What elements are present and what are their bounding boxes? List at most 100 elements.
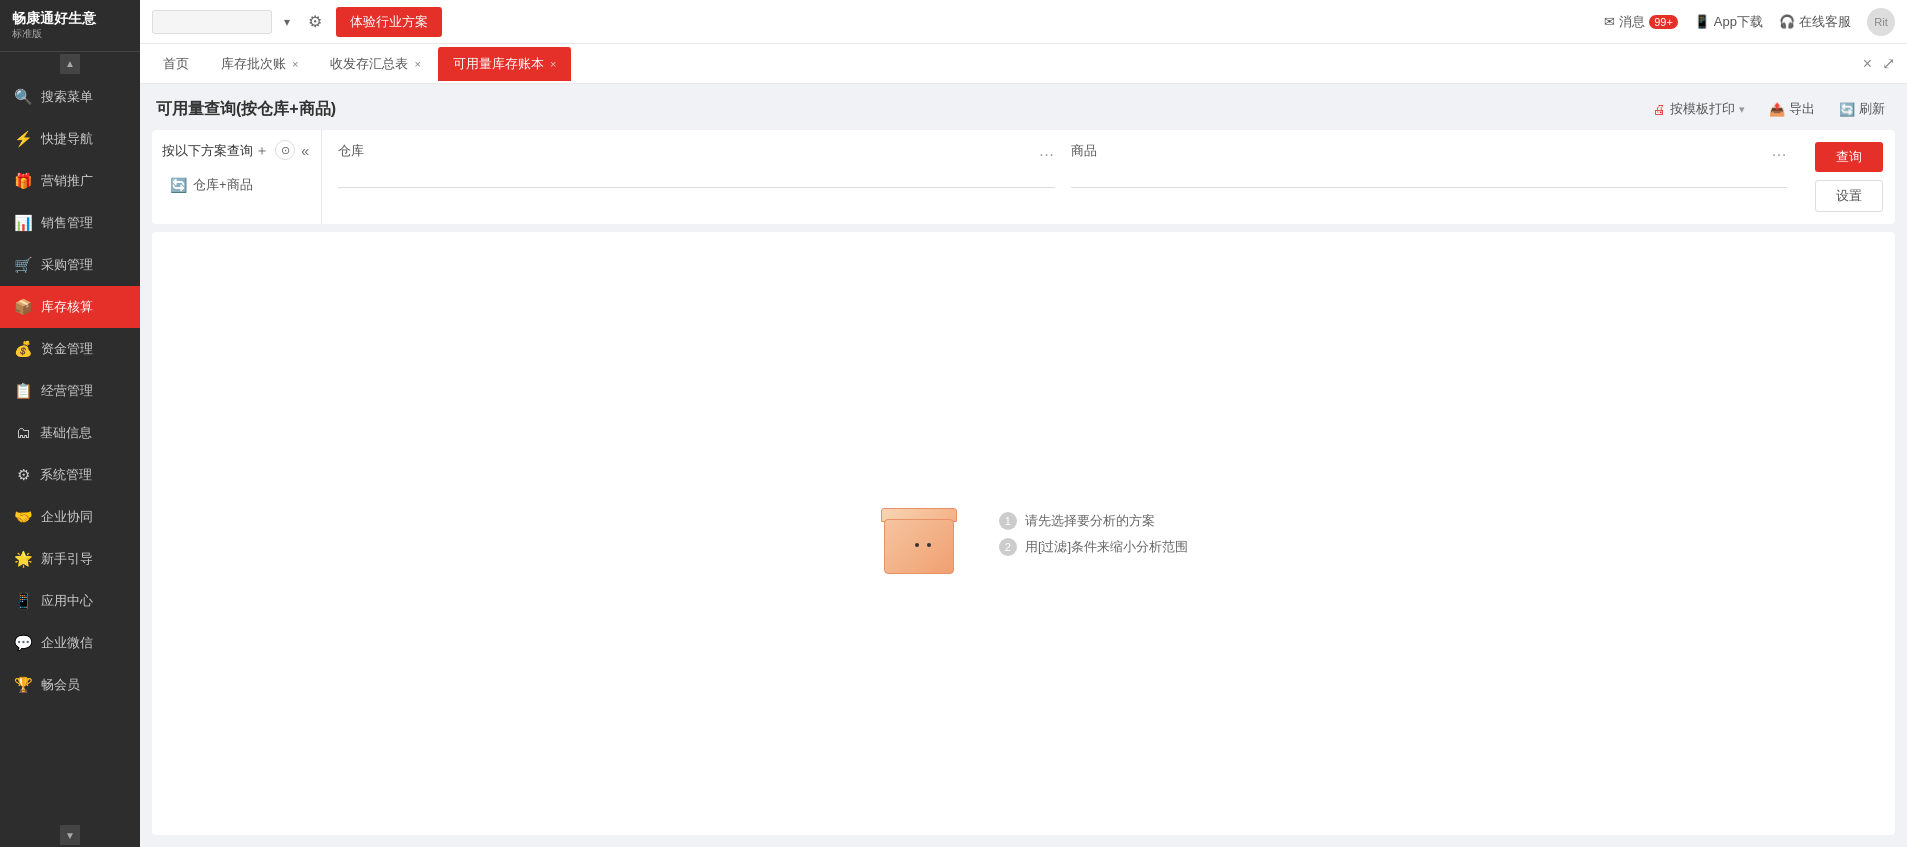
trial-btn[interactable]: 体验行业方案 bbox=[336, 7, 442, 37]
settings-btn[interactable]: 设置 bbox=[1815, 180, 1883, 212]
tab-available[interactable]: 可用量库存账本× bbox=[438, 47, 571, 81]
sidebar-item-basic[interactable]: 🗂基础信息 bbox=[0, 412, 140, 454]
product-filter: 商品 … bbox=[1071, 142, 1788, 188]
sidebar-item-operation[interactable]: 📋 经营管理 bbox=[0, 370, 140, 412]
sidebar-label-wechat: 企业微信 bbox=[41, 634, 93, 652]
messages-btn[interactable]: ✉ 消息 99+ bbox=[1604, 13, 1678, 31]
sidebar-item-search[interactable]: 🔍搜索菜单 bbox=[0, 76, 140, 118]
warehouse-filter-label: 仓库 … bbox=[338, 142, 1055, 160]
tip-text-2: 用[过滤]条件来缩小分析范围 bbox=[1025, 538, 1188, 556]
sidebar-label-sales: 销售管理 bbox=[41, 214, 93, 232]
box-body bbox=[884, 519, 954, 574]
box-eye-left bbox=[915, 543, 919, 547]
sidebar-item-finance[interactable]: 💰资金管理 bbox=[0, 328, 140, 370]
sidebar-icon-enterprise: 🤝 bbox=[14, 508, 33, 526]
query-btn[interactable]: 查询 bbox=[1815, 142, 1883, 172]
scheme-panel-header: 按以下方案查询 ＋ ⊙ « bbox=[162, 140, 311, 162]
tabbar-close-btn[interactable]: × bbox=[1859, 51, 1876, 77]
refresh-label: 刷新 bbox=[1859, 100, 1885, 118]
messages-badge: 99+ bbox=[1649, 15, 1678, 29]
product-more-btn[interactable]: … bbox=[1771, 142, 1787, 160]
topbar-search[interactable] bbox=[152, 10, 272, 34]
sidebar-label-operation: 经营管理 bbox=[41, 382, 93, 400]
tab-home[interactable]: 首页 bbox=[148, 47, 204, 81]
tab-close-summary[interactable]: × bbox=[414, 58, 420, 70]
logo-title: 畅康通好生意 bbox=[12, 10, 128, 27]
product-label-text: 商品 bbox=[1071, 142, 1097, 160]
empty-tip-2: 2 用[过滤]条件来缩小分析范围 bbox=[999, 538, 1188, 556]
sidebar-item-purchase[interactable]: 🛒采购管理 bbox=[0, 244, 140, 286]
scheme-collapse-btn[interactable]: « bbox=[299, 140, 311, 162]
sidebar-item-wechat[interactable]: 💬 企业微信 bbox=[0, 622, 140, 664]
warehouse-input[interactable] bbox=[338, 164, 1055, 188]
tab-summary[interactable]: 收发存汇总表 × bbox=[315, 47, 435, 81]
export-icon: 📤 bbox=[1769, 102, 1785, 117]
print-icon: 🖨 bbox=[1653, 102, 1666, 117]
tab-close-available[interactable]: × bbox=[550, 58, 556, 70]
sidebar-icon-marketing: 🎁 bbox=[14, 172, 33, 190]
sidebar-item-sales[interactable]: 📊销售管理 bbox=[0, 202, 140, 244]
tabbar-expand-btn[interactable]: ⤢ bbox=[1878, 50, 1899, 77]
sidebar-icon-wechat: 💬 bbox=[14, 634, 33, 652]
sidebar-item-inventory[interactable]: 📦库存核算 bbox=[0, 286, 140, 328]
product-input[interactable] bbox=[1071, 164, 1788, 188]
sidebar-item-newbie[interactable]: 🌟新手引导 bbox=[0, 538, 140, 580]
print-btn[interactable]: 🖨 按模板打印 ▾ bbox=[1647, 96, 1751, 122]
empty-content: 1 请先选择要分析的方案 2 用[过滤]条件来缩小分析范围 bbox=[859, 474, 1188, 594]
export-btn[interactable]: 📤 导出 bbox=[1763, 96, 1821, 122]
sidebar-item-appcenter[interactable]: 📱应用中心 bbox=[0, 580, 140, 622]
query-area: 按以下方案查询 ＋ ⊙ « 🔄 仓库+商品 仓库 … bbox=[152, 130, 1895, 224]
sidebar-item-member[interactable]: 🏆畅会员 bbox=[0, 664, 140, 706]
topbar-right: ✉ 消息 99+ 📱 App下载 🎧 在线客服 Rit bbox=[1604, 8, 1895, 36]
app-download-btn[interactable]: 📱 App下载 bbox=[1694, 13, 1763, 31]
sidebar-label-newbie: 新手引导 bbox=[41, 550, 93, 568]
tip-num-2: 2 bbox=[999, 538, 1017, 556]
sidebar-scroll-up[interactable]: ▲ bbox=[60, 54, 80, 74]
box-eyes bbox=[915, 543, 931, 547]
tab-label-summary: 收发存汇总表 bbox=[330, 55, 408, 73]
scheme-item-warehouse-product[interactable]: 🔄 仓库+商品 bbox=[162, 170, 311, 200]
headset-icon: 🎧 bbox=[1779, 14, 1795, 29]
sidebar-label-system: 系统管理 bbox=[40, 466, 92, 484]
tab-close-batch[interactable]: × bbox=[292, 58, 298, 70]
app-download-label: App下载 bbox=[1714, 13, 1763, 31]
sidebar-label-quicknav: 快捷导航 bbox=[41, 130, 93, 148]
avatar: Rit bbox=[1867, 8, 1895, 36]
tip-num-1: 1 bbox=[999, 512, 1017, 530]
scheme-panel-title: 按以下方案查询 bbox=[162, 142, 253, 160]
scheme-settings-btn[interactable]: ⊙ bbox=[275, 140, 295, 160]
export-label: 导出 bbox=[1789, 100, 1815, 118]
scheme-add-btn[interactable]: ＋ bbox=[253, 140, 271, 162]
empty-tip-1: 1 请先选择要分析的方案 bbox=[999, 512, 1188, 530]
username-text: Rit bbox=[1874, 16, 1887, 28]
tab-label-home: 首页 bbox=[163, 55, 189, 73]
topbar-gear-icon[interactable]: ⚙ bbox=[302, 10, 328, 33]
box-eye-right bbox=[927, 543, 931, 547]
sidebar-scroll-down[interactable]: ▼ bbox=[60, 825, 80, 845]
warehouse-more-btn[interactable]: … bbox=[1039, 142, 1055, 160]
sidebar-item-marketing[interactable]: 🎁 营销推广 bbox=[0, 160, 140, 202]
sidebar-item-enterprise[interactable]: 🤝企业协同 bbox=[0, 496, 140, 538]
empty-tips: 1 请先选择要分析的方案 2 用[过滤]条件来缩小分析范围 bbox=[999, 512, 1188, 556]
user-avatar[interactable]: Rit bbox=[1867, 8, 1895, 36]
sidebar-item-quicknav[interactable]: ⚡快捷导航 bbox=[0, 118, 140, 160]
topbar-dropdown-btn[interactable]: ▾ bbox=[280, 13, 294, 31]
print-dropdown-icon[interactable]: ▾ bbox=[1739, 103, 1745, 116]
sidebar-label-purchase: 采购管理 bbox=[41, 256, 93, 274]
refresh-btn[interactable]: 🔄 刷新 bbox=[1833, 96, 1891, 122]
sidebar-label-search: 搜索菜单 bbox=[41, 88, 93, 106]
online-service-btn[interactable]: 🎧 在线客服 bbox=[1779, 13, 1851, 31]
sidebar-icon-operation: 📋 bbox=[14, 382, 33, 400]
box-icon bbox=[874, 494, 964, 574]
tab-batch[interactable]: 库存批次账× bbox=[206, 47, 313, 81]
sidebar-label-appcenter: 应用中心 bbox=[41, 592, 93, 610]
warehouse-filter: 仓库 … bbox=[338, 142, 1055, 188]
sidebar-scroll-area: 🔍搜索菜单⚡快捷导航 🎁 营销推广 📊销售管理🛒采购管理📦库存核算💰资金管理 📋 经营管理… bbox=[0, 76, 140, 823]
online-service-label: 在线客服 bbox=[1799, 13, 1851, 31]
tabbar: 首页库存批次账×收发存汇总表×可用量库存账本××⤢ bbox=[140, 44, 1907, 84]
sidebar-label-marketing: 营销推广 bbox=[41, 172, 93, 190]
sidebar-icon-member: 🏆 bbox=[14, 676, 33, 694]
sidebar-logo: 畅康通好生意 标准版 bbox=[0, 0, 140, 52]
sidebar: 畅康通好生意 标准版 ▲ 🔍搜索菜单⚡快捷导航 🎁 营销推广 📊销售管理🛒采购管理📦库… bbox=[0, 0, 140, 847]
sidebar-item-system[interactable]: ⚙系统管理 bbox=[0, 454, 140, 496]
